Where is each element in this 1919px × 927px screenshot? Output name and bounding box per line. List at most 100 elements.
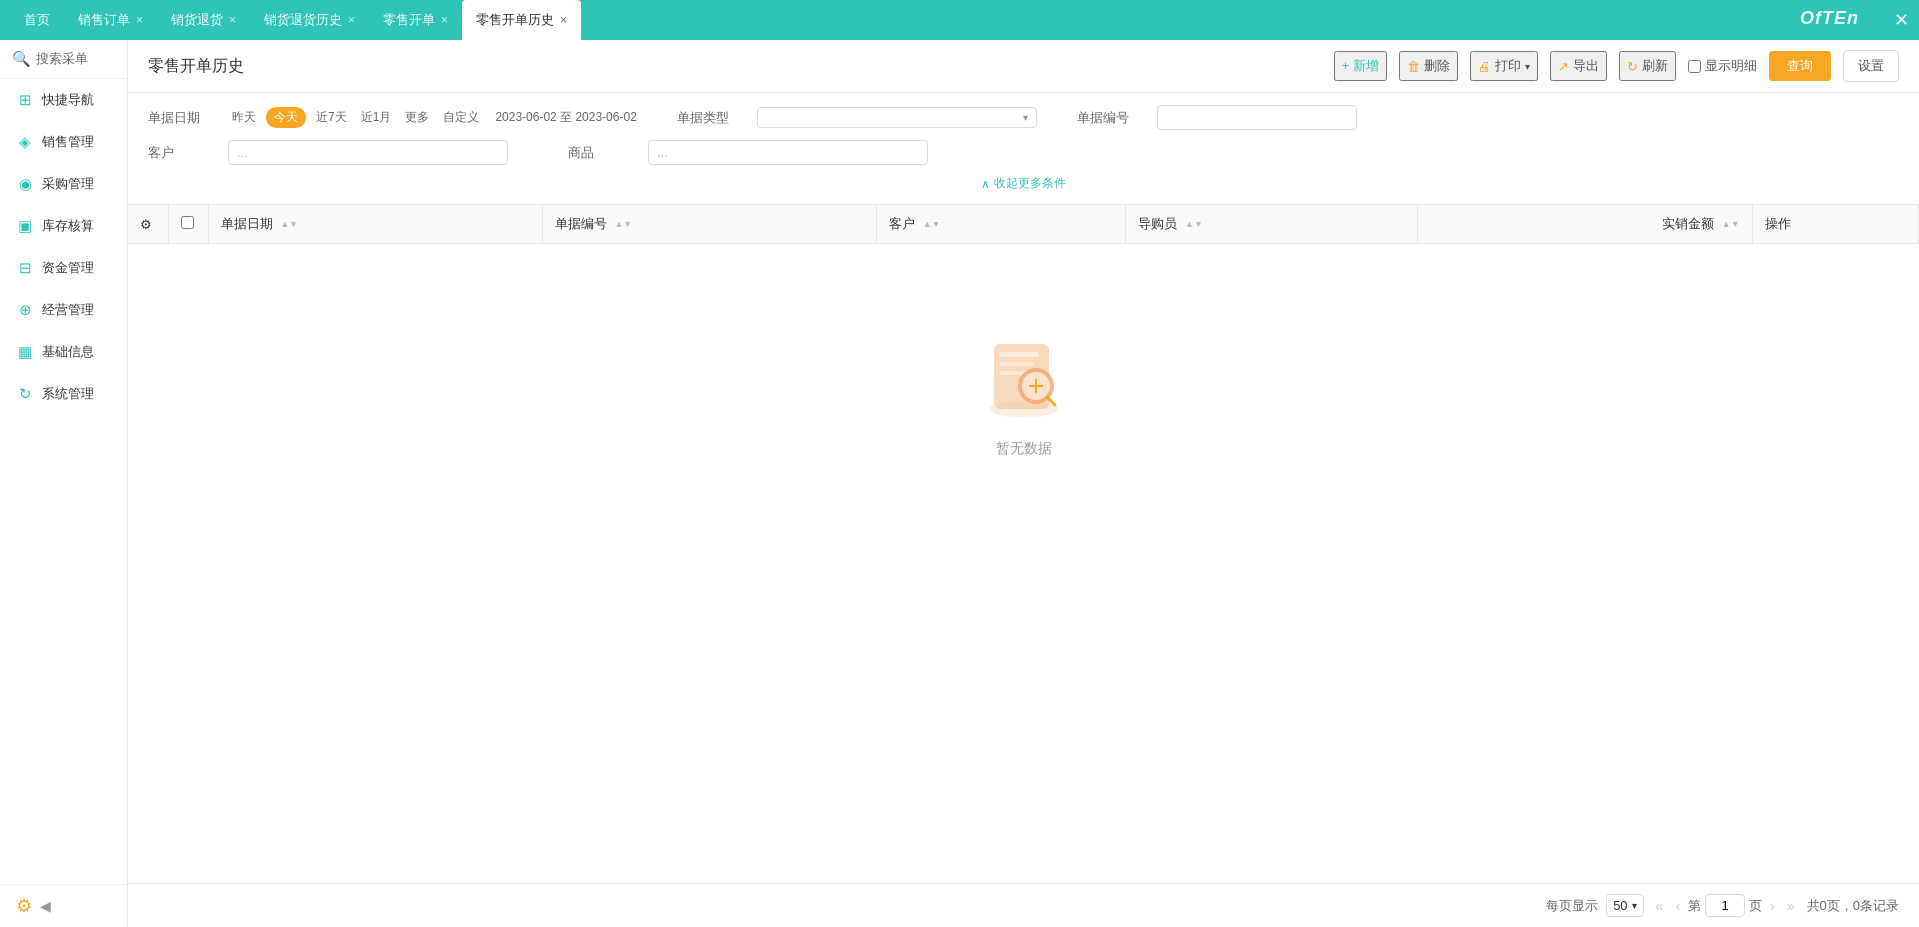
table-wrapper: ⚙ 单据日期 ▲▼ 单据编号 ▲▼ — [128, 205, 1919, 883]
date-btn-more[interactable]: 更多 — [401, 107, 433, 128]
empty-icon — [974, 324, 1074, 424]
first-page-button[interactable]: « — [1652, 896, 1668, 916]
sidebar-item-system-mgmt[interactable]: ↻ 系统管理 — [0, 373, 127, 415]
date-btn-yesterday[interactable]: 昨天 — [228, 107, 260, 128]
operations-icon: ⊕ — [16, 301, 34, 319]
page-suffix: 页 — [1749, 897, 1762, 915]
sidebar-item-operations-mgmt[interactable]: ⊕ 经营管理 — [0, 289, 127, 331]
collapse-sidebar-icon[interactable]: ◀ — [40, 898, 51, 914]
empty-text: 暂无数据 — [996, 440, 1052, 458]
customer-input[interactable]: ... — [228, 140, 508, 165]
close-retail-open-tab[interactable]: × — [441, 13, 448, 27]
per-page-select[interactable]: 50 ▾ — [1606, 894, 1643, 917]
sidebar: 🔍 搜索采单 ⊞ 快捷导航 ◈ 销售管理 ◉ 采购管理 ▣ 库存核算 ⊟ 资金管… — [0, 40, 128, 927]
sidebar-item-purchase-mgmt[interactable]: ◉ 采购管理 — [0, 163, 127, 205]
system-icon: ↻ — [16, 385, 34, 403]
close-sales-order-tab[interactable]: × — [136, 13, 143, 27]
doc-number-label: 单据编号 — [1077, 109, 1137, 127]
th-checkbox[interactable] — [168, 205, 208, 244]
doc-type-select[interactable]: ▾ — [757, 107, 1037, 128]
sidebar-item-inventory[interactable]: ▣ 库存核算 — [0, 205, 127, 247]
total-info: 共0页，0条记录 — [1807, 897, 1899, 915]
date-btn-custom[interactable]: 自定义 — [439, 107, 483, 128]
sidebar-item-basic-info[interactable]: ▦ 基础信息 — [0, 331, 127, 373]
purchase-icon: ◉ — [16, 175, 34, 193]
collapse-arrow-icon: ∧ — [981, 177, 990, 191]
sidebar-search[interactable]: 🔍 搜索采单 — [0, 40, 127, 79]
select-all-checkbox[interactable] — [181, 216, 194, 229]
th-guide[interactable]: 导购员 ▲▼ — [1126, 205, 1418, 244]
svg-rect-3 — [999, 362, 1034, 366]
tab-sales-order[interactable]: 销售订单 × — [64, 0, 157, 40]
date-range-display: 2023-06-02 至 2023-06-02 — [495, 109, 636, 126]
per-page-label: 每页显示 — [1546, 897, 1598, 915]
prev-page-button[interactable]: ‹ — [1671, 896, 1684, 916]
date-label: 单据日期 — [148, 109, 208, 127]
last-page-button[interactable]: » — [1783, 896, 1799, 916]
svg-rect-2 — [999, 352, 1039, 357]
window-close-icon[interactable]: ✕ — [1894, 9, 1909, 31]
table-settings-icon[interactable]: ⚙ — [140, 217, 152, 232]
add-button[interactable]: + 新增 — [1334, 51, 1387, 81]
th-settings[interactable]: ⚙ — [128, 205, 168, 244]
display-detail-checkbox[interactable] — [1688, 60, 1701, 73]
print-arrow-icon: ▾ — [1525, 61, 1530, 72]
sort-date-icon: ▲▼ — [280, 220, 298, 229]
doc-type-arrow-icon: ▾ — [1023, 112, 1028, 123]
th-customer[interactable]: 客户 ▲▼ — [877, 205, 1126, 244]
date-btn-today[interactable]: 今天 — [266, 107, 306, 128]
tab-retail-open-history[interactable]: 零售开单历史 × — [462, 0, 581, 40]
sidebar-item-quick-nav[interactable]: ⊞ 快捷导航 — [0, 79, 127, 121]
sidebar-item-sales-mgmt[interactable]: ◈ 销售管理 — [0, 121, 127, 163]
finance-icon: ⊟ — [16, 259, 34, 277]
page-header: 零售开单历史 + 新增 🗑 删除 🖨 打印 ▾ ↗ 导出 — [128, 40, 1919, 93]
th-amount[interactable]: 实销金额 ▲▼ — [1418, 205, 1752, 244]
page-number-input[interactable] — [1705, 894, 1745, 917]
date-btn-1month[interactable]: 近1月 — [357, 107, 396, 128]
close-sales-return-tab[interactable]: × — [229, 13, 236, 27]
refresh-button[interactable]: ↻ 刷新 — [1619, 51, 1676, 81]
date-btn-7days[interactable]: 近7天 — [312, 107, 351, 128]
sort-number-icon: ▲▼ — [614, 220, 632, 229]
pagination: 每页显示 50 ▾ « ‹ 第 页 › » 共0页，0条记录 — [128, 883, 1919, 927]
tab-home[interactable]: 首页 — [10, 0, 64, 40]
th-date[interactable]: 单据日期 ▲▼ — [208, 205, 542, 244]
print-button[interactable]: 🖨 打印 ▾ — [1470, 51, 1538, 81]
close-sales-return-history-tab[interactable]: × — [348, 13, 355, 27]
next-page-button[interactable]: › — [1766, 896, 1779, 916]
query-button[interactable]: + 新增 查询 — [1769, 51, 1831, 81]
basic-info-icon: ▦ — [16, 343, 34, 361]
sort-customer-icon: ▲▼ — [923, 220, 941, 229]
goods-label: 商品 — [568, 144, 628, 162]
search-icon: 🔍 — [12, 50, 30, 68]
tab-retail-open[interactable]: 零售开单 × — [369, 0, 462, 40]
tab-sales-return[interactable]: 销货退货 × — [157, 0, 250, 40]
display-detail-option[interactable]: 显示明细 — [1688, 57, 1757, 75]
empty-state: 暂无数据 — [128, 244, 1919, 538]
inventory-icon: ▣ — [16, 217, 34, 235]
close-retail-open-history-tab[interactable]: × — [560, 13, 567, 27]
export-button[interactable]: ↗ 导出 — [1550, 51, 1607, 81]
settings-icon[interactable]: ⚙ — [16, 895, 32, 917]
sort-guide-icon: ▲▼ — [1185, 220, 1203, 229]
sales-icon: ◈ — [16, 133, 34, 151]
page-prefix: 第 — [1688, 897, 1701, 915]
doc-number-input[interactable] — [1157, 105, 1357, 130]
goods-input[interactable]: ... — [648, 140, 928, 165]
date-shortcuts: 昨天 今天 近7天 近1月 更多 自定义 2023-06-02 至 2023-0… — [228, 107, 637, 128]
th-number[interactable]: 单据编号 ▲▼ — [542, 205, 876, 244]
page-nav: « ‹ 第 页 › » — [1652, 894, 1799, 917]
data-table: ⚙ 单据日期 ▲▼ 单据编号 ▲▼ — [128, 205, 1919, 244]
doc-type-label: 单据类型 — [677, 109, 737, 127]
delete-button[interactable]: 🗑 删除 — [1399, 51, 1458, 81]
sidebar-item-finance-mgmt[interactable]: ⊟ 资金管理 — [0, 247, 127, 289]
quick-nav-icon: ⊞ — [16, 91, 34, 109]
customer-dots: ... — [237, 145, 248, 160]
filter-area: 单据日期 昨天 今天 近7天 近1月 更多 自定义 2023-06-02 至 2… — [128, 93, 1919, 205]
tab-sales-return-history[interactable]: 销货退货历史 × — [250, 0, 369, 40]
toolbar: + 新增 🗑 删除 🖨 打印 ▾ ↗ 导出 ↻ 刷新 — [1334, 50, 1899, 82]
th-action: 操作 — [1752, 205, 1918, 244]
collapse-filter-bar[interactable]: ∧ 收起更多条件 — [148, 175, 1899, 192]
brand-logo: OfTEn — [1800, 8, 1859, 29]
setting-button[interactable]: 设置 — [1843, 50, 1899, 82]
